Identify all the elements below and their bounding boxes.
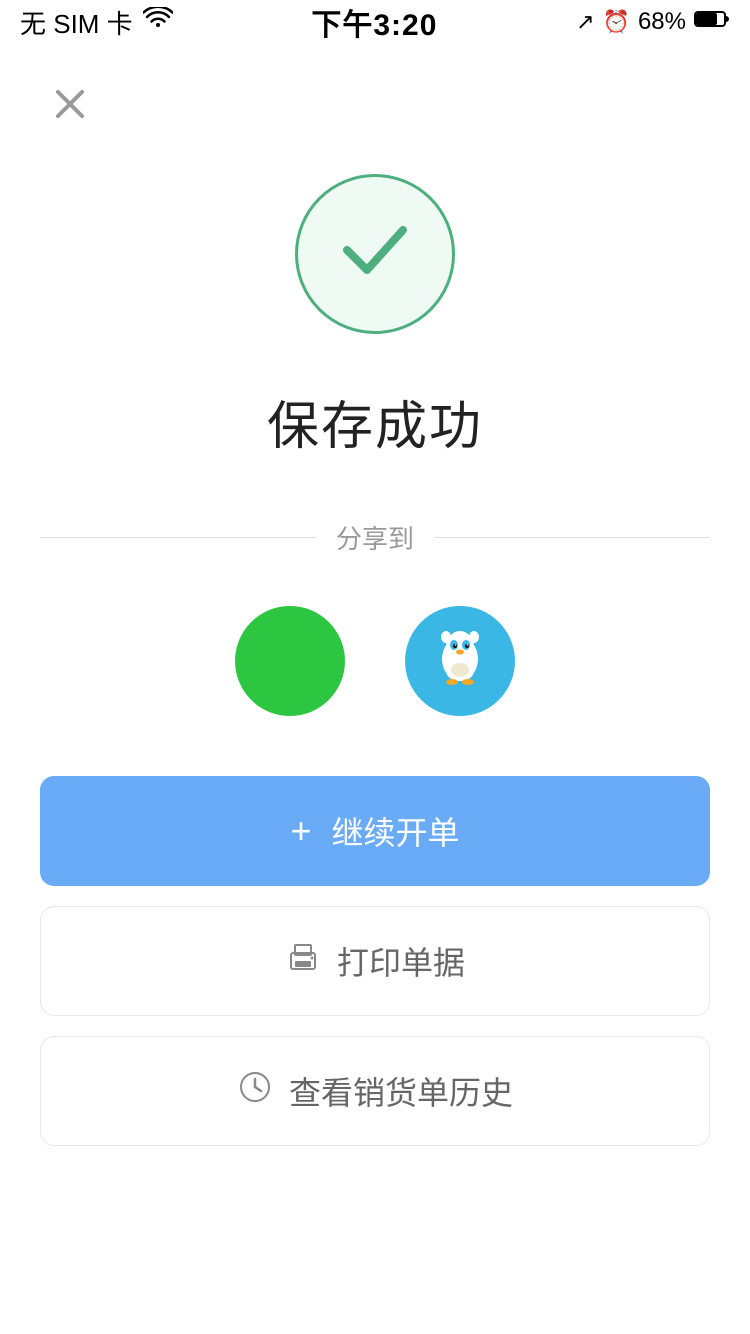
battery-text: 68% [638, 8, 686, 36]
no-sim-text: 无 SIM 卡 [20, 4, 133, 41]
main-content: 保存成功 分享到 [0, 144, 750, 1334]
wifi-icon [143, 7, 173, 38]
alarm-icon: ⏰ [603, 9, 630, 35]
continue-label: 继续开单 [332, 808, 460, 854]
status-bar: 无 SIM 卡 下午3:20 ↗ ⏰ 68% [0, 0, 750, 44]
print-button[interactable]: 打印单据 [40, 906, 710, 1016]
success-circle [295, 174, 455, 334]
qq-share-button[interactable] [405, 606, 515, 716]
share-divider: 分享到 [40, 519, 710, 556]
continue-plus-icon: + [290, 810, 311, 852]
history-button[interactable]: 查看销货单历史 [40, 1036, 710, 1146]
checkmark-icon [335, 208, 415, 301]
status-left: 无 SIM 卡 [20, 4, 173, 41]
history-label: 查看销货单历史 [289, 1068, 513, 1114]
action-buttons: + 继续开单 打印单据 [40, 776, 710, 1146]
battery-icon [694, 8, 730, 36]
status-right: ↗ ⏰ 68% [576, 8, 730, 36]
location-icon: ↗ [576, 9, 594, 35]
share-label: 分享到 [336, 519, 414, 556]
success-title: 保存成功 [267, 384, 483, 459]
divider-left [40, 537, 316, 538]
share-section: 分享到 [40, 519, 710, 716]
clock-icon [237, 1069, 273, 1113]
share-icons-container [40, 606, 710, 716]
divider-right [434, 537, 710, 538]
print-label: 打印单据 [337, 938, 465, 984]
print-icon [285, 939, 321, 983]
close-button[interactable] [30, 64, 110, 144]
wechat-share-button[interactable] [235, 606, 345, 716]
continue-button[interactable]: + 继续开单 [40, 776, 710, 886]
status-time: 下午3:20 [311, 0, 437, 44]
